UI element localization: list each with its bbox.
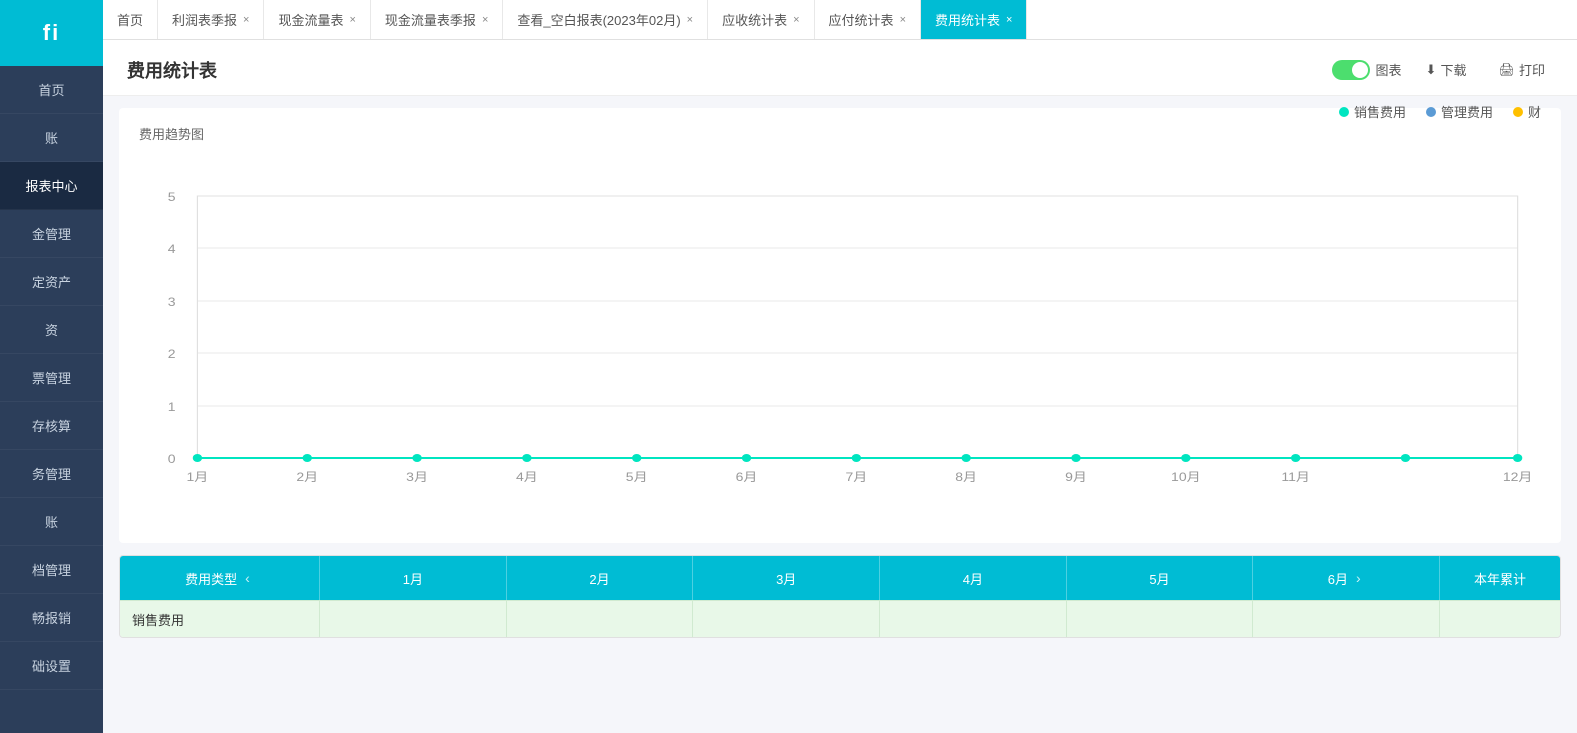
tab-close-cashflow-quarterly[interactable]: ×: [482, 14, 488, 26]
chart-svg: 0 1 2 3 4 5: [139, 153, 1541, 513]
table-header: 费用类型 ‹ 1月 2月 3月 4月 5月: [120, 556, 1560, 600]
svg-text:8月: 8月: [955, 470, 977, 484]
chart-toggle-wrap: 图表: [1332, 60, 1402, 80]
header-actions: 图表 ⬇ 下载 🖨 打印: [1332, 56, 1553, 83]
svg-text:5月: 5月: [626, 470, 648, 484]
col-header-3: 3月: [693, 556, 880, 600]
page-header: 费用统计表 图表 ⬇ 下载 🖨 打印: [103, 40, 1577, 96]
sidebar-item-expense[interactable]: 畅报销: [0, 594, 103, 642]
main-area: 首页 利润表季报 × 现金流量表 × 现金流量表季报 × 查看_空白报表(202…: [103, 0, 1577, 733]
tab-expense-stats[interactable]: 费用统计表 ×: [921, 0, 1027, 40]
chart-toggle-label: 图表: [1376, 60, 1402, 79]
col-header-2: 2月: [507, 556, 694, 600]
sidebar-item-home[interactable]: 首页: [0, 66, 103, 114]
tab-receivable[interactable]: 应收统计表 ×: [708, 0, 814, 40]
print-icon: 🖨: [1498, 62, 1515, 78]
download-icon: ⬇: [1426, 62, 1437, 78]
tab-blank-report[interactable]: 查看_空白报表(2023年02月) ×: [503, 0, 708, 40]
svg-text:1: 1: [168, 400, 176, 414]
tab-close-cashflow[interactable]: ×: [349, 14, 355, 26]
row-total-cell: [1440, 601, 1560, 637]
prev-arrow[interactable]: ‹: [241, 570, 254, 586]
row-cell-1: [320, 601, 507, 637]
legend-finance: 财: [1513, 102, 1541, 121]
chart-section: 费用趋势图 销售费用 管理费用 财: [119, 108, 1561, 543]
col-header-total: 本年累计: [1440, 556, 1560, 600]
tab-payable[interactable]: 应付统计表 ×: [815, 0, 921, 40]
legend-label-finance: 财: [1528, 102, 1541, 121]
sidebar-item-inventory[interactable]: 存核算: [0, 402, 103, 450]
svg-text:7月: 7月: [845, 470, 867, 484]
svg-text:3月: 3月: [406, 470, 428, 484]
print-label: 打印: [1519, 60, 1545, 79]
row-cell-3: [693, 601, 880, 637]
table-row: 销售费用: [120, 600, 1560, 637]
sidebar-item-service[interactable]: 务管理: [0, 450, 103, 498]
sidebar-item-account[interactable]: 账: [0, 114, 103, 162]
sidebar-item-invoice[interactable]: 票管理: [0, 354, 103, 402]
row-cell-2: [507, 601, 694, 637]
sidebar-item-salary[interactable]: 资: [0, 306, 103, 354]
tab-profit-quarterly[interactable]: 利润表季报 ×: [158, 0, 264, 40]
legend-dot-sales: [1339, 107, 1349, 117]
download-button[interactable]: ⬇ 下载: [1418, 56, 1475, 83]
svg-text:4: 4: [168, 242, 176, 256]
svg-text:2月: 2月: [296, 470, 318, 484]
sidebar-item-settings[interactable]: 础设置: [0, 642, 103, 690]
expense-table: 费用类型 ‹ 1月 2月 3月 4月 5月: [119, 555, 1561, 638]
row-cell-6: [1253, 601, 1440, 637]
svg-text:5: 5: [168, 190, 176, 204]
tab-close-blank-report[interactable]: ×: [687, 14, 693, 26]
tab-cashflow-quarterly[interactable]: 现金流量表季报 ×: [371, 0, 503, 40]
sidebar-item-fund[interactable]: 金管理: [0, 210, 103, 258]
col-header-type: 费用类型 ‹: [120, 556, 320, 600]
svg-text:0: 0: [168, 452, 176, 466]
col-type-label: 费用类型: [185, 569, 237, 588]
download-label: 下载: [1440, 60, 1466, 79]
sidebar-logo: fi: [0, 0, 103, 66]
chart-title: 费用趋势图: [139, 124, 204, 143]
svg-text:2: 2: [168, 347, 176, 361]
page-content: 费用统计表 图表 ⬇ 下载 🖨 打印 费用趋势图: [103, 40, 1577, 733]
row-cell-4: [880, 601, 1067, 637]
chart-toggle[interactable]: [1332, 60, 1370, 80]
col-header-5: 5月: [1067, 556, 1254, 600]
col-header-1: 1月: [320, 556, 507, 600]
svg-text:3: 3: [168, 295, 176, 309]
tab-cashflow[interactable]: 现金流量表 ×: [264, 0, 370, 40]
legend-sales: 销售费用: [1339, 102, 1406, 121]
svg-text:9月: 9月: [1065, 470, 1087, 484]
col-header-4: 4月: [880, 556, 1067, 600]
tab-home[interactable]: 首页: [103, 0, 158, 40]
legend-label-mgmt: 管理费用: [1441, 102, 1493, 121]
tab-bar: 首页 利润表季报 × 现金流量表 × 现金流量表季报 × 查看_空白报表(202…: [103, 0, 1577, 40]
svg-text:11月: 11月: [1281, 470, 1310, 484]
sidebar-item-reports[interactable]: 报表中心: [0, 162, 103, 210]
next-arrow[interactable]: ›: [1352, 570, 1365, 586]
legend-dot-mgmt: [1426, 107, 1436, 117]
chart-container: 0 1 2 3 4 5: [139, 153, 1541, 523]
svg-text:12月: 12月: [1503, 470, 1533, 484]
svg-text:6月: 6月: [736, 470, 758, 484]
tab-close-expense-stats[interactable]: ×: [1006, 14, 1012, 26]
sidebar: fi 首页 账 报表中心 金管理 定资产 资 票管理 存核算 务管理 账 档管理…: [0, 0, 103, 733]
svg-text:4月: 4月: [516, 470, 538, 484]
col-header-6: 6月 ›: [1253, 556, 1440, 600]
legend-dot-finance: [1513, 107, 1523, 117]
legend-mgmt: 管理费用: [1426, 102, 1493, 121]
sidebar-item-ledger[interactable]: 账: [0, 498, 103, 546]
print-button[interactable]: 🖨 打印: [1490, 56, 1553, 83]
legend-label-sales: 销售费用: [1354, 102, 1406, 121]
tab-close-receivable[interactable]: ×: [793, 14, 799, 26]
tab-close-profit-quarterly[interactable]: ×: [243, 14, 249, 26]
row-cell-5: [1067, 601, 1254, 637]
svg-text:1月: 1月: [187, 470, 209, 484]
tab-close-payable[interactable]: ×: [900, 14, 906, 26]
svg-text:10月: 10月: [1171, 470, 1201, 484]
page-title: 费用统计表: [127, 57, 217, 83]
sidebar-item-assets[interactable]: 定资产: [0, 258, 103, 306]
row-type-cell: 销售费用: [120, 601, 320, 637]
chart-legend: 销售费用 管理费用 财: [1339, 102, 1541, 121]
sidebar-item-archive[interactable]: 档管理: [0, 546, 103, 594]
